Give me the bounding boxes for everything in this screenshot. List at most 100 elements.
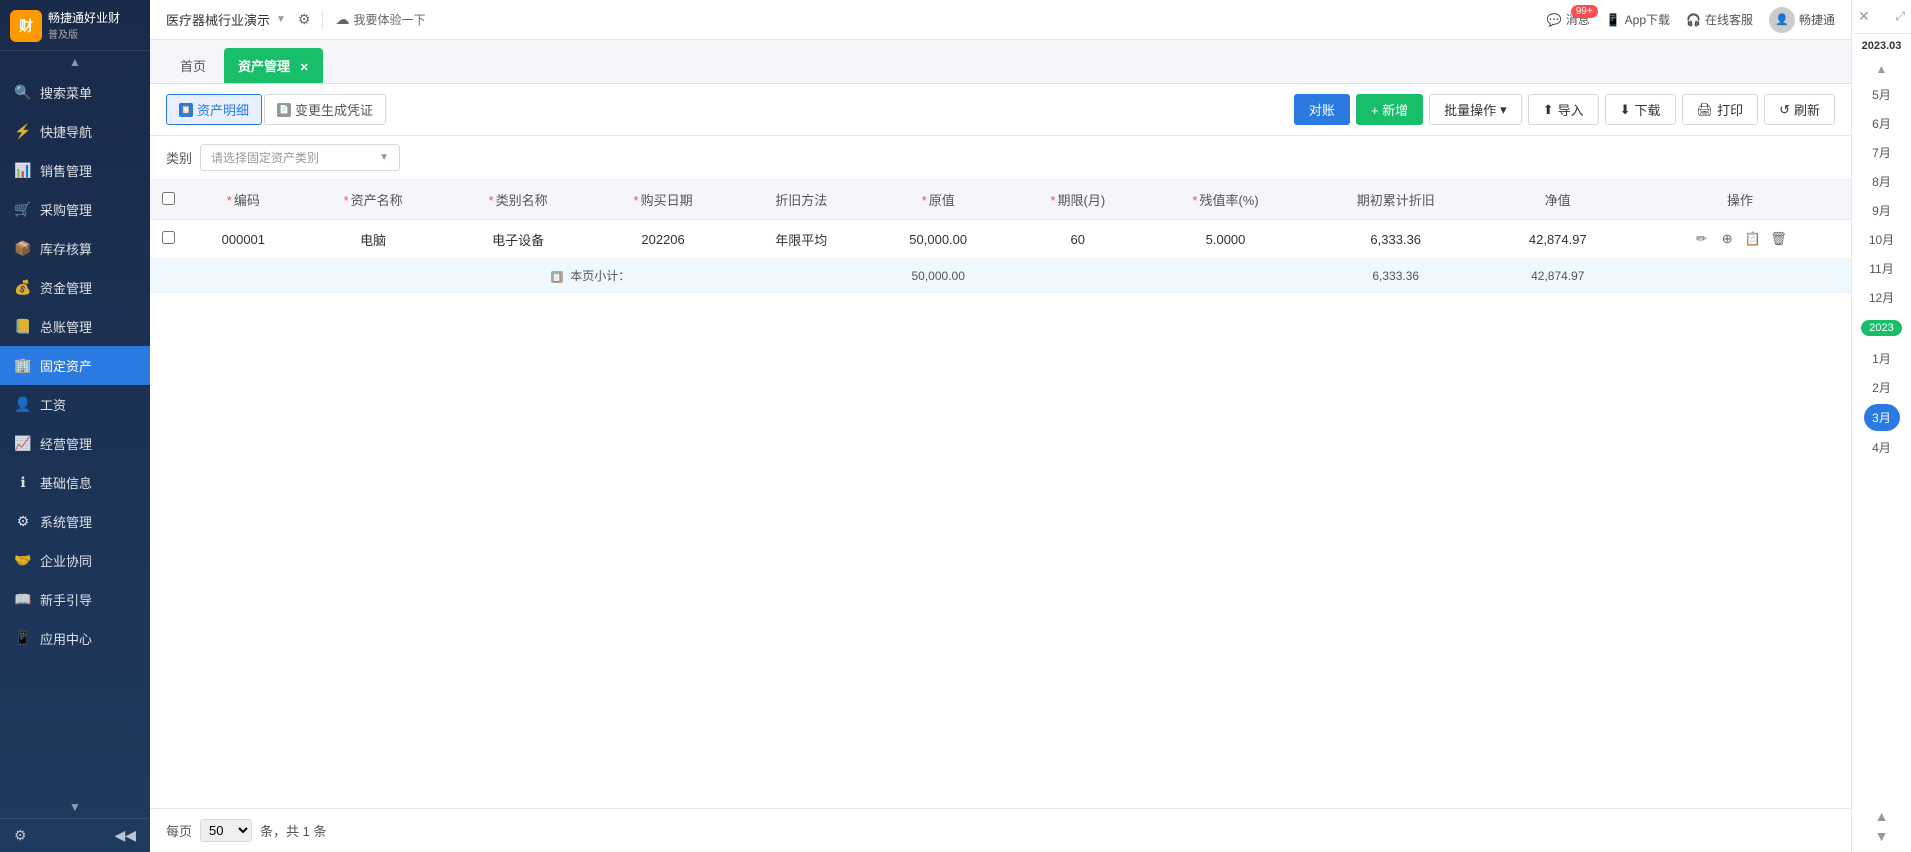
sidebar-item-ledger[interactable]: 📒 总账管理 bbox=[0, 307, 150, 346]
sidebar-item-app-center[interactable]: 📱 应用中心 bbox=[0, 619, 150, 658]
subtotal-row: 📋 本页小计： 50,000.00 6,333.36 42,874.97 bbox=[150, 259, 1851, 293]
new-button[interactable]: + 新增 bbox=[1356, 94, 1423, 125]
detail-button[interactable]: 📋 bbox=[1742, 228, 1764, 250]
sidebar-item-label: 经营管理 bbox=[40, 434, 92, 453]
tab-asset-detail[interactable]: 📋 资产明细 bbox=[166, 94, 262, 125]
right-panel-expand-icon[interactable]: ⤢ bbox=[1895, 9, 1905, 24]
scroll-down-icon[interactable]: ▼ bbox=[69, 800, 81, 814]
print-icon: 🖨 bbox=[1697, 102, 1714, 118]
calendar-prev-icon[interactable]: ▲ bbox=[1874, 60, 1890, 78]
content-area: 📋 资产明细 📄 变更生成凭证 对账 + 新增 批量操作 ▾ bbox=[150, 84, 1851, 852]
asset-table: *编码 *资产名称 *类别名称 *购买日期 折旧方法 *原值 *期限(月) *残… bbox=[150, 180, 1851, 293]
messages-button[interactable]: 💬 消息 99+ bbox=[1547, 11, 1590, 28]
cloud-icon: ☁ bbox=[335, 11, 349, 28]
month-item-4[interactable]: 4月 bbox=[1852, 433, 1911, 462]
sidebar-item-quick-nav[interactable]: ⚡ 快捷导航 bbox=[0, 112, 150, 151]
table-row: 000001 电脑 电子设备 202206 年限平均 50,000.00 60 … bbox=[150, 220, 1851, 259]
month-item-3-active[interactable]: 3月 bbox=[1864, 404, 1900, 431]
download-icon: ⬇ bbox=[1620, 102, 1631, 118]
tab-change-voucher[interactable]: 📄 变更生成凭证 bbox=[264, 94, 386, 125]
sidebar-item-search[interactable]: 🔍 搜索菜单 bbox=[0, 73, 150, 112]
basic-info-icon: ℹ bbox=[14, 474, 32, 492]
panel-scroll-down-icon[interactable]: ▼ bbox=[1875, 828, 1889, 844]
messages-badge: 99+ bbox=[1571, 5, 1598, 18]
sidebar-item-fixed-assets[interactable]: 🏢 固定资产 bbox=[0, 346, 150, 385]
sidebar-item-finance[interactable]: 💰 资金管理 bbox=[0, 268, 150, 307]
header-net-value: 净值 bbox=[1487, 180, 1630, 220]
right-panel: ✕ ⤢ 2023.03 ▲ 5月 6月 7月 8月 9月 10月 11月 12月… bbox=[1851, 0, 1911, 852]
tab-close-icon[interactable]: ✕ bbox=[300, 62, 309, 74]
copy-button[interactable]: ⊕ bbox=[1716, 228, 1738, 250]
print-button[interactable]: 🖨 打印 bbox=[1682, 94, 1759, 125]
sidebar-item-label: 新手引导 bbox=[40, 590, 92, 609]
page-size-select[interactable]: 50 100 200 bbox=[200, 819, 252, 842]
collapse-icon[interactable]: ◀◀ bbox=[114, 827, 136, 844]
month-item-9[interactable]: 9月 bbox=[1852, 196, 1911, 225]
trial-button[interactable]: ☁ 我要体验一下 bbox=[335, 11, 425, 28]
month-item-2[interactable]: 2月 bbox=[1852, 373, 1911, 402]
sidebar-scroll-up[interactable]: ▲ bbox=[0, 51, 150, 73]
category-select[interactable]: 请选择固定资产类别 ▼ bbox=[200, 144, 400, 171]
cell-period: 60 bbox=[1010, 220, 1147, 259]
sidebar-bottom: ⚙ ◀◀ bbox=[0, 818, 150, 852]
sidebar-item-label: 采购管理 bbox=[40, 200, 92, 219]
topbar-gear-icon[interactable]: ⚙ bbox=[298, 11, 311, 28]
month-item-1[interactable]: 1月 bbox=[1852, 344, 1911, 373]
settings-icon[interactable]: ⚙ bbox=[14, 827, 27, 844]
row-checkbox[interactable] bbox=[162, 231, 175, 244]
sidebar-item-enterprise[interactable]: 🤝 企业协同 bbox=[0, 541, 150, 580]
tab-home[interactable]: 首页 bbox=[166, 48, 220, 83]
filter-row: 类别 请选择固定资产类别 ▼ bbox=[150, 136, 1851, 180]
edit-button[interactable]: ✏ bbox=[1691, 228, 1713, 250]
sidebar-item-payroll[interactable]: 👤 工资 bbox=[0, 385, 150, 424]
subtotal-original-value: 50,000.00 bbox=[867, 259, 1010, 293]
month-item-5[interactable]: 5月 bbox=[1852, 80, 1911, 109]
company-name: 医疗器械行业演示 bbox=[166, 10, 270, 29]
month-item-10[interactable]: 10月 bbox=[1852, 225, 1911, 254]
refresh-icon: ↺ bbox=[1779, 102, 1790, 118]
scroll-up-icon[interactable]: ▲ bbox=[69, 55, 81, 69]
month-item-6[interactable]: 6月 bbox=[1852, 109, 1911, 138]
right-panel-close-icon[interactable]: ✕ bbox=[1858, 8, 1870, 25]
sidebar-item-operations[interactable]: 📈 经营管理 bbox=[0, 424, 150, 463]
reconcile-button[interactable]: 对账 bbox=[1294, 94, 1350, 125]
user-button[interactable]: 👤 畅捷通 bbox=[1769, 7, 1835, 33]
panel-scroll-up-icon[interactable]: ▲ bbox=[1875, 808, 1889, 824]
month-item-11[interactable]: 11月 bbox=[1852, 254, 1911, 283]
app-download-button[interactable]: 📱 App下载 bbox=[1606, 11, 1670, 28]
tab-asset-management[interactable]: 资产管理 ✕ bbox=[224, 48, 323, 83]
new-label: + 新增 bbox=[1371, 100, 1408, 119]
delete-button[interactable]: 🗑 bbox=[1767, 228, 1789, 250]
online-service-button[interactable]: 🎧 在线客服 bbox=[1686, 11, 1753, 28]
refresh-button[interactable]: ↺ 刷新 bbox=[1764, 94, 1835, 125]
sidebar-item-system[interactable]: ⚙ 系统管理 bbox=[0, 502, 150, 541]
cell-original-value: 50,000.00 bbox=[867, 220, 1010, 259]
sidebar-item-sales[interactable]: 📊 销售管理 bbox=[0, 151, 150, 190]
batch-label: 批量操作 bbox=[1444, 100, 1496, 119]
row-checkbox-cell bbox=[150, 220, 186, 259]
sidebar-item-guide[interactable]: 📖 新手引导 bbox=[0, 580, 150, 619]
select-all-checkbox[interactable] bbox=[162, 192, 175, 205]
header-operations: 操作 bbox=[1629, 180, 1851, 220]
batch-button[interactable]: 批量操作 ▾ bbox=[1429, 94, 1522, 125]
username: 畅捷通 bbox=[1799, 11, 1835, 28]
header-depreciation-method: 折旧方法 bbox=[736, 180, 867, 220]
sidebar-item-basic-info[interactable]: ℹ 基础信息 bbox=[0, 463, 150, 502]
subtotal-accumulated-depreciation: 6,333.36 bbox=[1305, 259, 1487, 293]
sidebar-scroll-down[interactable]: ▼ bbox=[0, 796, 150, 818]
month-item-12[interactable]: 12月 bbox=[1852, 283, 1911, 312]
month-item-8[interactable]: 8月 bbox=[1852, 167, 1911, 196]
download-button[interactable]: ⬇ 下载 bbox=[1605, 94, 1676, 125]
tab-change-voucher-icon: 📄 bbox=[277, 103, 291, 117]
sidebar-item-purchase[interactable]: 🛒 采购管理 bbox=[0, 190, 150, 229]
company-selector[interactable]: 医疗器械行业演示 ▼ bbox=[166, 10, 286, 29]
ledger-icon: 📒 bbox=[14, 318, 32, 336]
header-code: *编码 bbox=[186, 180, 301, 220]
app-center-icon: 📱 bbox=[14, 630, 32, 648]
sidebar-item-inventory[interactable]: 📦 库存核算 bbox=[0, 229, 150, 268]
month-item-7[interactable]: 7月 bbox=[1852, 138, 1911, 167]
trial-label: 我要体验一下 bbox=[353, 11, 425, 28]
logo-text: 畅捷通好业财 bbox=[48, 11, 120, 27]
import-button[interactable]: ⬆ 导入 bbox=[1528, 94, 1599, 125]
subtotal-icon: 📋 bbox=[551, 271, 563, 283]
